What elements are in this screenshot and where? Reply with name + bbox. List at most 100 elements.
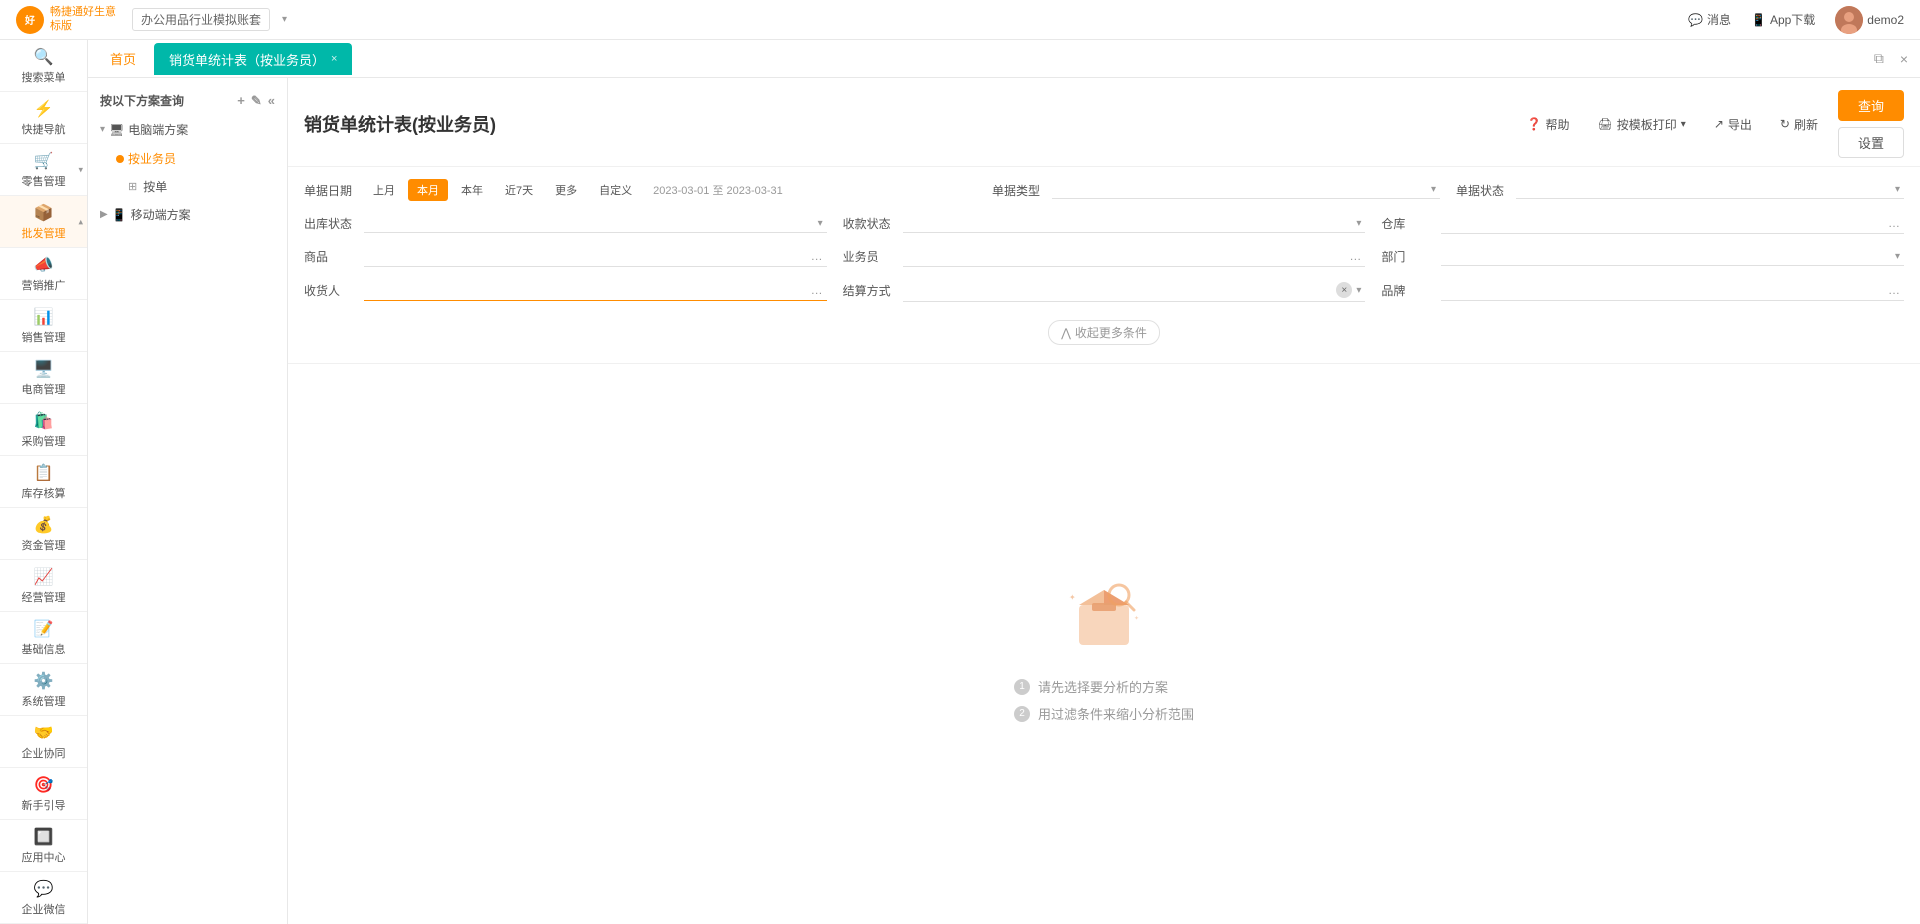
app-name[interactable]: 办公用品行业模拟账套 <box>132 8 270 31</box>
tree-group-desktop[interactable]: ▾ 🖥 电脑端方案 <box>88 115 287 144</box>
empty-tips: 1 请先选择要分析的方案 2 用过滤条件来缩小分析范围 <box>1014 677 1194 723</box>
logo-area[interactable]: 好 畅捷通好生意 标版 <box>16 6 116 34</box>
sidebar-item-ecommerce[interactable]: 🖥️ 电商管理 <box>0 352 87 404</box>
sidebar-item-finance[interactable]: 💰 资金管理 <box>0 508 87 560</box>
sidebar-item-apps[interactable]: 🔲 应用中心 <box>0 820 87 872</box>
sidebar-item-guide[interactable]: 🎯 新手引导 <box>0 768 87 820</box>
sidebar-item-marketing[interactable]: 📣 营销推广 <box>0 248 87 300</box>
tab-bar-right: ⧉ × <box>1870 48 1912 69</box>
collapse-panel-btn[interactable]: « <box>268 93 275 108</box>
refresh-btn[interactable]: ↻ 刷新 <box>1772 112 1826 137</box>
date-range-text: 2023-03-01 至 2023-03-31 <box>653 182 783 198</box>
svg-text:✦: ✦ <box>1134 615 1139 622</box>
empty-tip-1: 1 请先选择要分析的方案 <box>1014 677 1194 696</box>
help-icon: ❓ <box>1527 117 1542 131</box>
collapse-icon: ⋀ <box>1061 326 1071 340</box>
header-right: 💬 消息 📱 App下载 demo2 <box>1688 6 1904 34</box>
tree-sub2-order[interactable]: ⊞ 按单 <box>88 173 287 200</box>
tab-bar: 首页 销货单统计表（按业务员） × ⧉ × <box>88 40 1920 78</box>
finance-icon: 💰 <box>34 515 54 535</box>
sidebar-item-enterprise[interactable]: 🤝 企业协同 <box>0 716 87 768</box>
date-this-month[interactable]: 本月 <box>408 179 448 201</box>
sidebar-item-wechat[interactable]: 💬 企业微信 <box>0 872 87 924</box>
date-last-month[interactable]: 上月 <box>364 179 404 201</box>
export-icon: ↗ <box>1714 117 1724 131</box>
sidebar-item-purchase[interactable]: 🛍️ 采购管理 <box>0 404 87 456</box>
app-download-action[interactable]: 📱 App下载 <box>1751 11 1815 28</box>
payment-clear-btn[interactable]: × <box>1336 282 1352 298</box>
filter-row-1: 单据日期 上月 本月 本年 近7天 更多 自定义 2023-03-01 至 20… <box>304 179 1904 201</box>
tree-sub-salesperson[interactable]: 按业务员 <box>88 144 287 173</box>
department-control[interactable]: ▾ <box>1441 248 1904 266</box>
sidebar-item-shortcuts[interactable]: ⚡ 快捷导航 <box>0 92 87 144</box>
export-btn[interactable]: ↗ 导出 <box>1706 112 1760 137</box>
brand-label: 品牌 <box>1381 282 1433 299</box>
receipt-status-control[interactable]: ▾ <box>903 215 1366 233</box>
filter-row-3: 商品 … 业务员 … <box>304 246 1904 267</box>
purchase-icon: 🛍️ <box>34 411 54 431</box>
app-dropdown-arrow[interactable]: ▾ <box>282 14 287 25</box>
restore-window-btn[interactable]: ⧉ <box>1870 48 1888 69</box>
message-action[interactable]: 💬 消息 <box>1688 11 1731 28</box>
logo-icon: 好 <box>16 6 44 34</box>
print-btn[interactable]: 🖨 按模板打印 <box>1590 112 1694 137</box>
home-tab[interactable]: 首页 <box>96 43 150 75</box>
receiver-control[interactable]: … <box>364 280 827 301</box>
doc-status-control[interactable]: ▾ <box>1516 181 1904 199</box>
sidebar: 🔍 搜索菜单 ⚡ 快捷导航 🛒 零售管理 ▾ 📦 批发管理 ▴ 📣 营销推广 📊… <box>0 40 88 924</box>
out-status-control[interactable]: ▾ <box>364 215 827 233</box>
filter-receipt-status: 收款状态 ▾ <box>843 215 1366 233</box>
date-more[interactable]: 更多 <box>546 179 586 201</box>
wechat-icon: 💬 <box>34 879 54 899</box>
salesperson-control[interactable]: … <box>903 246 1366 267</box>
filter-out-status: 出库状态 ▾ <box>304 215 827 233</box>
edit-scheme-btn[interactable]: ✎ <box>251 93 262 109</box>
doc-type-control[interactable]: ▾ <box>1052 181 1440 199</box>
user-info[interactable]: demo2 <box>1835 6 1904 34</box>
filter-payment-method: 结算方式 × ▾ <box>843 279 1366 302</box>
payment-method-control[interactable]: × ▾ <box>903 279 1366 302</box>
tip-num-2: 2 <box>1014 706 1030 722</box>
sidebar-item-system[interactable]: ⚙️ 系统管理 <box>0 664 87 716</box>
settings-button[interactable]: 设置 <box>1838 127 1904 158</box>
left-panel-actions: + ✎ « <box>237 93 275 109</box>
brand-control[interactable]: … <box>1441 280 1904 301</box>
svg-text:✦: ✦ <box>1069 593 1076 602</box>
top-header: 好 畅捷通好生意 标版 办公用品行业模拟账套 ▾ 💬 消息 📱 App下载 <box>0 0 1920 40</box>
date-custom[interactable]: 自定义 <box>590 179 641 201</box>
tab-close-btn[interactable]: × <box>331 54 337 65</box>
filter-doc-type: 单据类型 ▾ <box>992 181 1440 199</box>
filter-salesperson: 业务员 … <box>843 246 1366 267</box>
logo-text: 畅捷通好生意 标版 <box>50 6 116 32</box>
sidebar-item-retail[interactable]: 🛒 零售管理 ▾ <box>0 144 87 196</box>
enterprise-icon: 🤝 <box>34 723 54 743</box>
goods-control[interactable]: … <box>364 246 827 267</box>
tree-sub-salesperson-label: 按业务员 <box>128 150 176 167</box>
filter-doc-status: 单据状态 ▾ <box>1456 181 1904 199</box>
sidebar-item-operations[interactable]: 📈 经营管理 <box>0 560 87 612</box>
filter-row-4: 收货人 … 结算方式 × ▾ <box>304 279 1904 302</box>
left-panel: 按以下方案查询 + ✎ « ▾ 🖥 电脑端方案 按业务员 <box>88 78 288 924</box>
add-scheme-btn[interactable]: + <box>237 93 245 108</box>
collapse-btn[interactable]: ⋀ 收起更多条件 <box>1048 320 1160 345</box>
warehouse-control[interactable]: … <box>1441 213 1904 234</box>
active-tab[interactable]: 销货单统计表（按业务员） × <box>154 43 352 75</box>
tree-group-mobile[interactable]: ▶ 📱 移动端方案 <box>88 200 287 229</box>
active-tab-label: 销货单统计表（按业务员） <box>169 50 325 69</box>
help-btn[interactable]: ❓ 帮助 <box>1519 112 1578 137</box>
sidebar-item-wholesale[interactable]: 📦 批发管理 ▴ <box>0 196 87 248</box>
receiver-label: 收货人 <box>304 282 356 299</box>
date-last-7[interactable]: 近7天 <box>496 179 542 201</box>
empty-state: ✦ ✦ 1 请先选择要分析的方案 2 用过滤条件来缩小分析范围 <box>288 364 1920 924</box>
empty-illustration: ✦ ✦ <box>1054 565 1154 665</box>
header-left: 好 畅捷通好生意 标版 办公用品行业模拟账套 ▾ <box>16 6 287 34</box>
sidebar-item-inventory[interactable]: 📋 库存核算 <box>0 456 87 508</box>
sidebar-item-basic-info[interactable]: 📝 基础信息 <box>0 612 87 664</box>
query-button[interactable]: 查询 <box>1838 90 1904 121</box>
date-this-year[interactable]: 本年 <box>452 179 492 201</box>
tree-expand-desktop: ▾ <box>100 124 105 135</box>
filter-row-2: 出库状态 ▾ 收款状态 ▾ <box>304 213 1904 234</box>
sidebar-item-search[interactable]: 🔍 搜索菜单 <box>0 40 87 92</box>
sidebar-item-sales[interactable]: 📊 销售管理 <box>0 300 87 352</box>
close-window-btn[interactable]: × <box>1896 49 1912 69</box>
